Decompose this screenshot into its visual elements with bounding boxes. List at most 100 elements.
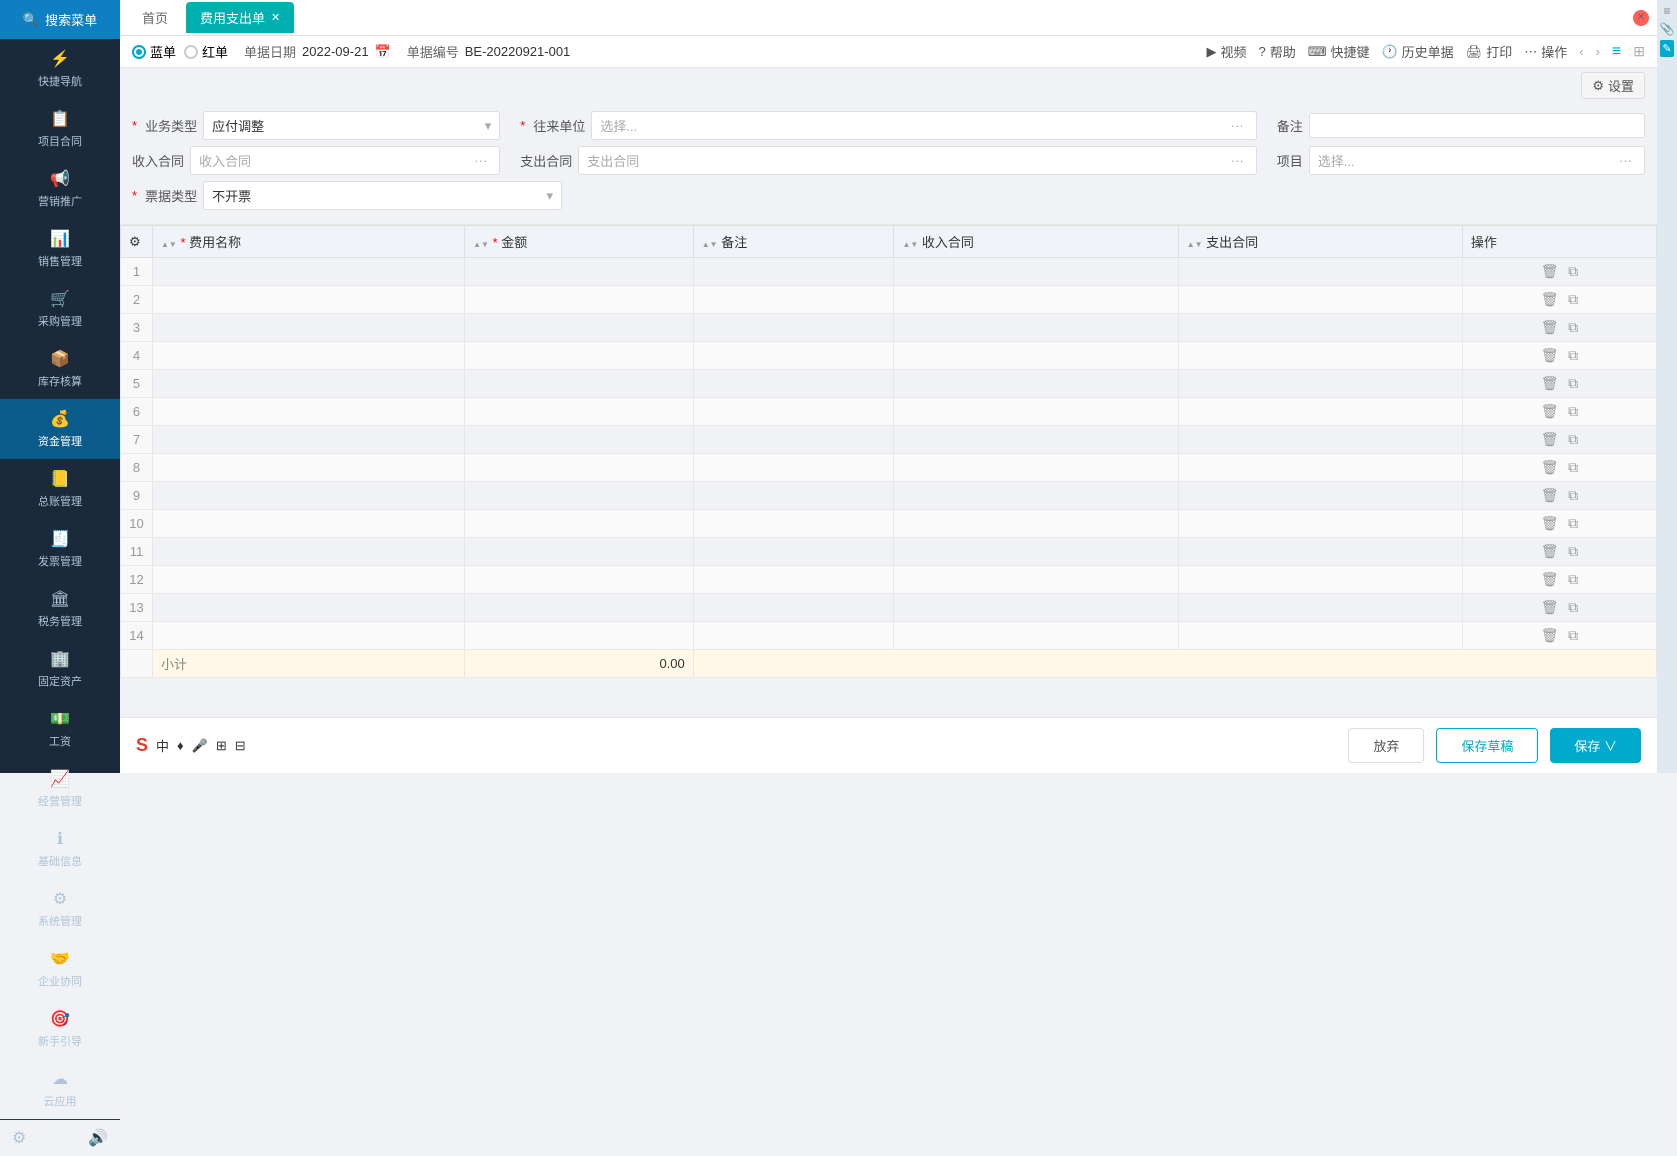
cell-amount-2[interactable] — [465, 286, 694, 314]
shortcuts-btn[interactable]: ⌨ 快捷键 — [1308, 42, 1370, 61]
cell-amount-5[interactable] — [465, 370, 694, 398]
cell-remark-11[interactable] — [693, 538, 894, 566]
cell-expense-name-14[interactable] — [153, 622, 465, 650]
cell-expense-name-11[interactable] — [153, 538, 465, 566]
cell-amount-13[interactable] — [465, 594, 694, 622]
cell-remark-2[interactable] — [693, 286, 894, 314]
copy-btn-2[interactable]: ⧉ — [1568, 291, 1578, 307]
cell-expense-contract-11[interactable] — [1178, 538, 1462, 566]
delete-btn-1[interactable]: 🗑 — [1541, 263, 1559, 279]
volume-icon[interactable]: 🔊 — [88, 1128, 108, 1148]
sidebar-item-invoice-mgmt[interactable]: 🧾发票管理 — [0, 519, 120, 579]
cell-expense-contract-9[interactable] — [1178, 482, 1462, 510]
sidebar-item-cloud-apps[interactable]: ☁云应用 — [0, 1059, 120, 1119]
save-button[interactable]: 保存 ∨ — [1550, 728, 1641, 763]
invoice-type-select[interactable]: 不开票 ▾ — [203, 181, 562, 210]
cell-income-contract-11[interactable] — [894, 538, 1178, 566]
copy-btn-1[interactable]: ⧉ — [1568, 263, 1578, 279]
th-settings[interactable]: ⚙ — [121, 226, 153, 258]
cell-remark-6[interactable] — [693, 398, 894, 426]
cell-income-contract-9[interactable] — [894, 482, 1178, 510]
cell-income-contract-4[interactable] — [894, 342, 1178, 370]
print-btn[interactable]: 🖨 打印 — [1466, 42, 1513, 61]
sidebar-item-quick-nav[interactable]: ⚡快捷导航 — [0, 39, 120, 99]
business-type-select[interactable]: 应付调整 ▾ — [203, 111, 500, 140]
cell-expense-contract-1[interactable] — [1178, 258, 1462, 286]
cell-amount-3[interactable] — [465, 314, 694, 342]
cell-expense-contract-8[interactable] — [1178, 454, 1462, 482]
sidebar-item-purchase-mgmt[interactable]: 🛒采购管理 — [0, 279, 120, 339]
sidebar-item-fixed-assets[interactable]: 🏢固定资产 — [0, 639, 120, 699]
cell-income-contract-1[interactable] — [894, 258, 1178, 286]
cell-expense-name-7[interactable] — [153, 426, 465, 454]
cell-remark-13[interactable] — [693, 594, 894, 622]
delete-btn-8[interactable]: 🗑 — [1541, 459, 1559, 475]
delete-btn-12[interactable]: 🗑 — [1541, 571, 1559, 587]
copy-btn-9[interactable]: ⧉ — [1568, 487, 1578, 503]
sidebar-search[interactable]: 🔍 搜索菜单 — [0, 0, 120, 39]
cell-expense-name-4[interactable] — [153, 342, 465, 370]
cell-remark-4[interactable] — [693, 342, 894, 370]
cell-expense-contract-14[interactable] — [1178, 622, 1462, 650]
cell-remark-12[interactable] — [693, 566, 894, 594]
delete-btn-10[interactable]: 🗑 — [1541, 515, 1559, 531]
tab-home[interactable]: 首页 — [128, 2, 182, 33]
cell-expense-contract-10[interactable] — [1178, 510, 1462, 538]
right-panel-icon-2[interactable]: 📎 — [1660, 22, 1675, 36]
cell-expense-name-9[interactable] — [153, 482, 465, 510]
cell-income-contract-2[interactable] — [894, 286, 1178, 314]
cell-amount-14[interactable] — [465, 622, 694, 650]
delete-btn-3[interactable]: 🗑 — [1541, 319, 1559, 335]
sidebar-item-accounting[interactable]: 📒总账管理 — [0, 459, 120, 519]
radio-blue[interactable]: 蓝单 — [132, 42, 176, 61]
cell-remark-8[interactable] — [693, 454, 894, 482]
cell-remark-9[interactable] — [693, 482, 894, 510]
settings-icon[interactable]: ⚙ — [12, 1128, 26, 1148]
cell-income-contract-6[interactable] — [894, 398, 1178, 426]
project-select[interactable]: 选择... ··· — [1309, 146, 1645, 175]
copy-btn-3[interactable]: ⧉ — [1568, 319, 1578, 335]
cell-expense-name-2[interactable] — [153, 286, 465, 314]
cell-expense-contract-5[interactable] — [1178, 370, 1462, 398]
view-grid-btn[interactable]: ⊞ — [1633, 43, 1645, 60]
cell-remark-1[interactable] — [693, 258, 894, 286]
cell-amount-4[interactable] — [465, 342, 694, 370]
cell-expense-contract-3[interactable] — [1178, 314, 1462, 342]
expense-contract-select[interactable]: 支出合同 ··· — [578, 146, 1256, 175]
view-list-btn[interactable]: ≡ — [1612, 43, 1621, 61]
cell-expense-name-12[interactable] — [153, 566, 465, 594]
right-panel-icon-3[interactable]: ✎ — [1660, 40, 1673, 57]
sort-icon-remark[interactable]: ▲▼ — [702, 241, 718, 249]
cell-income-contract-12[interactable] — [894, 566, 1178, 594]
cell-expense-contract-4[interactable] — [1178, 342, 1462, 370]
sidebar-item-new-guide[interactable]: 🎯新手引导 — [0, 999, 120, 1059]
copy-btn-7[interactable]: ⧉ — [1568, 431, 1578, 447]
cell-amount-7[interactable] — [465, 426, 694, 454]
number-value[interactable]: BE-20220921-001 — [465, 44, 571, 59]
copy-btn-8[interactable]: ⧉ — [1568, 459, 1578, 475]
sort-icon-expense[interactable]: ▲▼ — [161, 241, 177, 249]
cell-expense-contract-2[interactable] — [1178, 286, 1462, 314]
cell-remark-7[interactable] — [693, 426, 894, 454]
copy-btn-11[interactable]: ⧉ — [1568, 543, 1578, 559]
video-btn[interactable]: ▶ 视频 — [1206, 42, 1246, 61]
sidebar-item-tax-mgmt[interactable]: 🏛税务管理 — [0, 579, 120, 639]
delete-btn-13[interactable]: 🗑 — [1541, 599, 1559, 615]
partner-more-btn[interactable]: ··· — [1227, 118, 1248, 133]
sidebar-item-sales-promo[interactable]: 📢营销推广 — [0, 159, 120, 219]
tab-close-expense[interactable]: ✕ — [271, 11, 280, 24]
income-contract-select[interactable]: 收入合同 ··· — [190, 146, 500, 175]
sidebar-item-sys-mgmt[interactable]: ⚙系统管理 — [0, 879, 120, 939]
copy-btn-12[interactable]: ⧉ — [1568, 571, 1578, 587]
cell-expense-contract-6[interactable] — [1178, 398, 1462, 426]
copy-btn-13[interactable]: ⧉ — [1568, 599, 1578, 615]
nav-prev-btn[interactable]: ‹ — [1579, 44, 1583, 59]
project-more[interactable]: ··· — [1615, 153, 1636, 168]
delete-btn-14[interactable]: 🗑 — [1541, 627, 1559, 643]
delete-btn-2[interactable]: 🗑 — [1541, 291, 1559, 307]
operations-btn[interactable]: ⋯ 操作 — [1524, 42, 1567, 61]
cell-income-contract-14[interactable] — [894, 622, 1178, 650]
cell-remark-14[interactable] — [693, 622, 894, 650]
cell-income-contract-10[interactable] — [894, 510, 1178, 538]
delete-btn-5[interactable]: 🗑 — [1541, 375, 1559, 391]
